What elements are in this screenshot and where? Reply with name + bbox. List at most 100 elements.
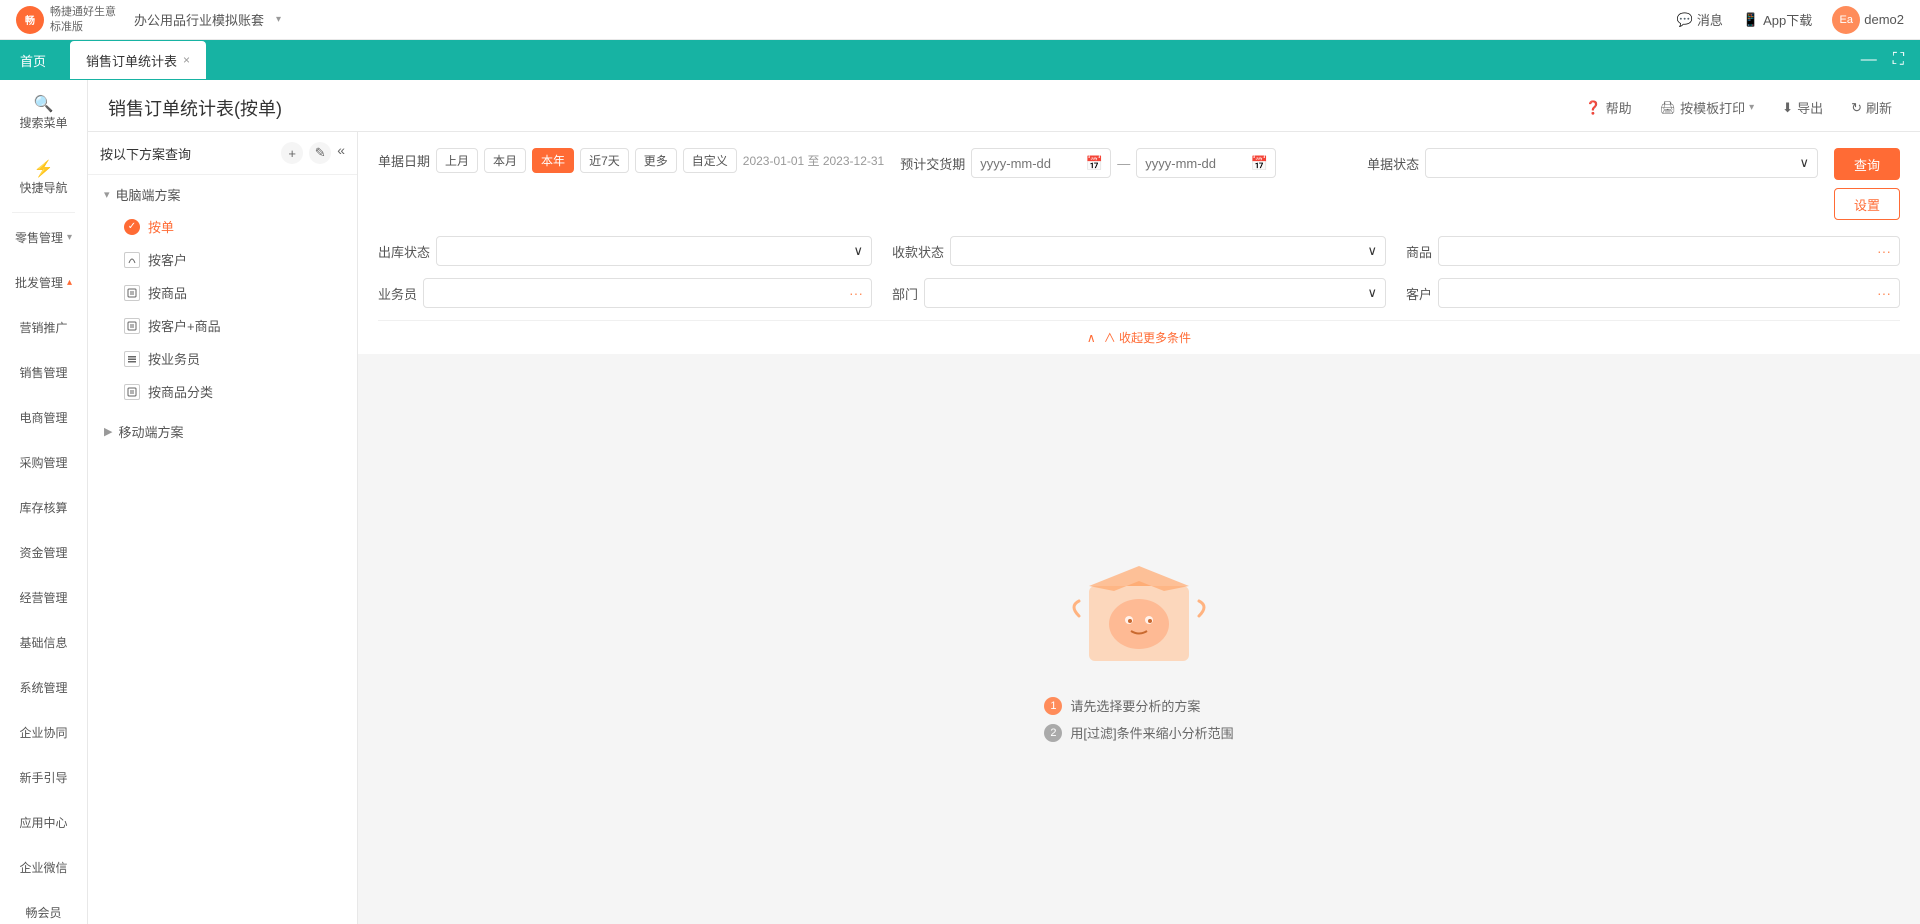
date-this-month-btn[interactable]: 本月	[484, 148, 526, 173]
empty-illustration	[1059, 536, 1219, 676]
collapse-bar[interactable]: ∧ ∧ 收起更多条件	[378, 320, 1900, 354]
scheme-item-by-customer[interactable]: 按客户	[88, 243, 357, 276]
salesman-more-icon[interactable]: ···	[849, 285, 863, 301]
scheme-item-by-goods[interactable]: 按商品	[88, 276, 357, 309]
date-this-year-btn[interactable]: 本年	[532, 148, 574, 173]
scheme-edit-button[interactable]: ✎	[309, 142, 331, 164]
sidebar-item-sales[interactable]: 销售管理	[0, 350, 87, 395]
sidebar-item-basic[interactable]: 基础信息	[0, 620, 87, 665]
scheme-icon-salesman	[124, 351, 140, 367]
sidebar-item-quicknav[interactable]: ⚡ 快捷导航	[0, 145, 87, 210]
main-layout: 🔍 搜索菜单 ⚡ 快捷导航 零售管理 ▾ 批发管理 ▴ 营销推广 销售管理 电商…	[0, 80, 1920, 924]
sidebar-item-search[interactable]: 🔍 搜索菜单	[0, 80, 87, 145]
download-icon: 📱	[1743, 12, 1759, 28]
sidebar-item-finance[interactable]: 资金管理	[0, 530, 87, 575]
calendar-icon[interactable]: 📅	[1086, 155, 1103, 172]
sidebar-item-ecommerce[interactable]: 电商管理	[0, 395, 87, 440]
dept-label: 部门	[892, 284, 918, 303]
tab-close-icon[interactable]: ×	[183, 53, 190, 67]
scheme-mobile-group-header[interactable]: ▶ 移动端方案	[88, 416, 357, 447]
settings-button[interactable]: 设置	[1834, 188, 1900, 220]
scheme-header-icons: + ✎ «	[281, 142, 345, 164]
tip-number-1: 1	[1044, 697, 1062, 715]
scheme-pc-group-header[interactable]: ▾ 电脑端方案	[88, 179, 357, 210]
goods-more-icon[interactable]: ···	[1877, 243, 1891, 259]
salesman-label: 业务员	[378, 284, 417, 303]
logo-text: 畅捷通好生意 标准版	[50, 5, 116, 34]
sidebar-item-appstore[interactable]: 应用中心	[0, 800, 87, 845]
expected-date-label: 预计交货期	[900, 154, 965, 173]
download-button[interactable]: 📱 App下载	[1743, 10, 1812, 29]
status-select[interactable]: ∨	[1425, 148, 1818, 178]
dept-select[interactable]: ∨	[924, 278, 1386, 308]
help-icon: ❓	[1585, 100, 1601, 116]
print-button[interactable]: 🖨 按模板打印 ▾	[1652, 94, 1763, 121]
help-button[interactable]: ❓ 帮助	[1577, 94, 1639, 121]
sidebar-item-system[interactable]: 系统管理	[0, 665, 87, 710]
app-title[interactable]: 办公用品行业模拟账套	[134, 10, 264, 29]
out-status-select[interactable]: ∨	[436, 236, 872, 266]
tip-number-2: 2	[1044, 724, 1062, 742]
out-status-label: 出库状态	[378, 242, 430, 261]
sidebar-item-newbie[interactable]: 新手引导	[0, 755, 87, 800]
chevron-right-icon: ▶	[104, 425, 112, 438]
content-area: 销售订单统计表(按单) ❓ 帮助 🖨 按模板打印 ▾ ⬇ 导出 ↻ 刷新	[88, 80, 1920, 924]
scheme-item-by-category[interactable]: 按商品分类	[88, 375, 357, 408]
pay-status-select[interactable]: ∨	[950, 236, 1386, 266]
result-area: 1 请先选择要分析的方案 2 用[过滤]条件来缩小分析范围	[358, 354, 1920, 924]
sidebar-item-purchase[interactable]: 采购管理	[0, 440, 87, 485]
scheme-item-by-salesman[interactable]: 按业务员	[88, 342, 357, 375]
message-icon: 💬	[1677, 12, 1693, 28]
date-7days-btn[interactable]: 近7天	[580, 148, 629, 173]
customer-more-icon[interactable]: ···	[1877, 285, 1891, 301]
page-title: 销售订单统计表(按单)	[108, 95, 282, 121]
pay-status-arrow-icon: ∨	[1367, 243, 1377, 259]
sidebar-divider-1	[12, 212, 75, 213]
export-icon: ⬇	[1782, 100, 1793, 116]
scheme-collapse-button[interactable]: «	[337, 142, 345, 164]
user-profile[interactable]: Ea demo2	[1832, 6, 1904, 34]
logo-icon: 畅	[16, 6, 44, 34]
svg-text:畅: 畅	[25, 14, 35, 27]
sidebar-item-enterprise[interactable]: 企业协同	[0, 710, 87, 755]
scheme-item-by-customer-goods[interactable]: 按客户+商品	[88, 309, 357, 342]
customer-input[interactable]: ···	[1438, 278, 1900, 308]
status-label: 单据状态	[1367, 154, 1419, 173]
scheme-panel: 按以下方案查询 + ✎ « ▾ 电脑端方案 ✓ 按单	[88, 132, 358, 924]
goods-label: 商品	[1406, 242, 1432, 261]
out-status-arrow-icon: ∨	[853, 243, 863, 259]
sidebar-item-member[interactable]: 畅会员	[0, 890, 87, 924]
scheme-add-button[interactable]: +	[281, 142, 303, 164]
top-bar-left: 畅 畅捷通好生意 标准版 办公用品行业模拟账套 ▾	[16, 5, 281, 34]
tab-home[interactable]: 首页	[0, 40, 66, 80]
empty-tips: 1 请先选择要分析的方案 2 用[过滤]条件来缩小分析范围	[1044, 696, 1233, 742]
page-header-actions: ❓ 帮助 🖨 按模板打印 ▾ ⬇ 导出 ↻ 刷新	[1577, 94, 1900, 121]
date-more-btn[interactable]: 更多	[635, 148, 677, 173]
date-custom-btn[interactable]: 自定义	[683, 148, 737, 173]
export-button[interactable]: ⬇ 导出	[1774, 94, 1831, 121]
app-dropdown-icon[interactable]: ▾	[276, 14, 281, 25]
calendar-end-icon[interactable]: 📅	[1251, 155, 1268, 172]
tab-bar-actions: — ⛶	[1857, 47, 1920, 73]
refresh-button[interactable]: ↻ 刷新	[1843, 94, 1900, 121]
date-last-month-btn[interactable]: 上月	[436, 148, 478, 173]
sidebar-item-marketing[interactable]: 营销推广	[0, 305, 87, 350]
sidebar-item-wholesale[interactable]: 批发管理 ▴	[0, 260, 87, 305]
search-button[interactable]: 查询	[1834, 148, 1900, 180]
sidebar-item-operations[interactable]: 经营管理	[0, 575, 87, 620]
mobile-group-label: 移动端方案	[118, 422, 183, 441]
scheme-header: 按以下方案查询 + ✎ «	[88, 132, 357, 175]
scheme-item-by-order[interactable]: ✓ 按单	[88, 210, 357, 243]
maximize-button[interactable]: ⛶	[1889, 47, 1908, 73]
sidebar-item-wechat[interactable]: 企业微信	[0, 845, 87, 890]
salesman-input[interactable]: ···	[423, 278, 872, 308]
goods-input[interactable]: ···	[1438, 236, 1900, 266]
tab-active[interactable]: 销售订单统计表 ×	[70, 41, 206, 79]
chevron-down-icon: ▾	[104, 188, 110, 201]
sidebar-item-inventory[interactable]: 库存核算	[0, 485, 87, 530]
minimize-button[interactable]: —	[1857, 47, 1881, 73]
tab-bar: 首页 销售订单统计表 × — ⛶	[0, 40, 1920, 80]
empty-tip-2: 2 用[过滤]条件来缩小分析范围	[1044, 723, 1233, 742]
message-button[interactable]: 💬 消息	[1677, 10, 1723, 29]
sidebar-item-retail[interactable]: 零售管理 ▾	[0, 215, 87, 260]
